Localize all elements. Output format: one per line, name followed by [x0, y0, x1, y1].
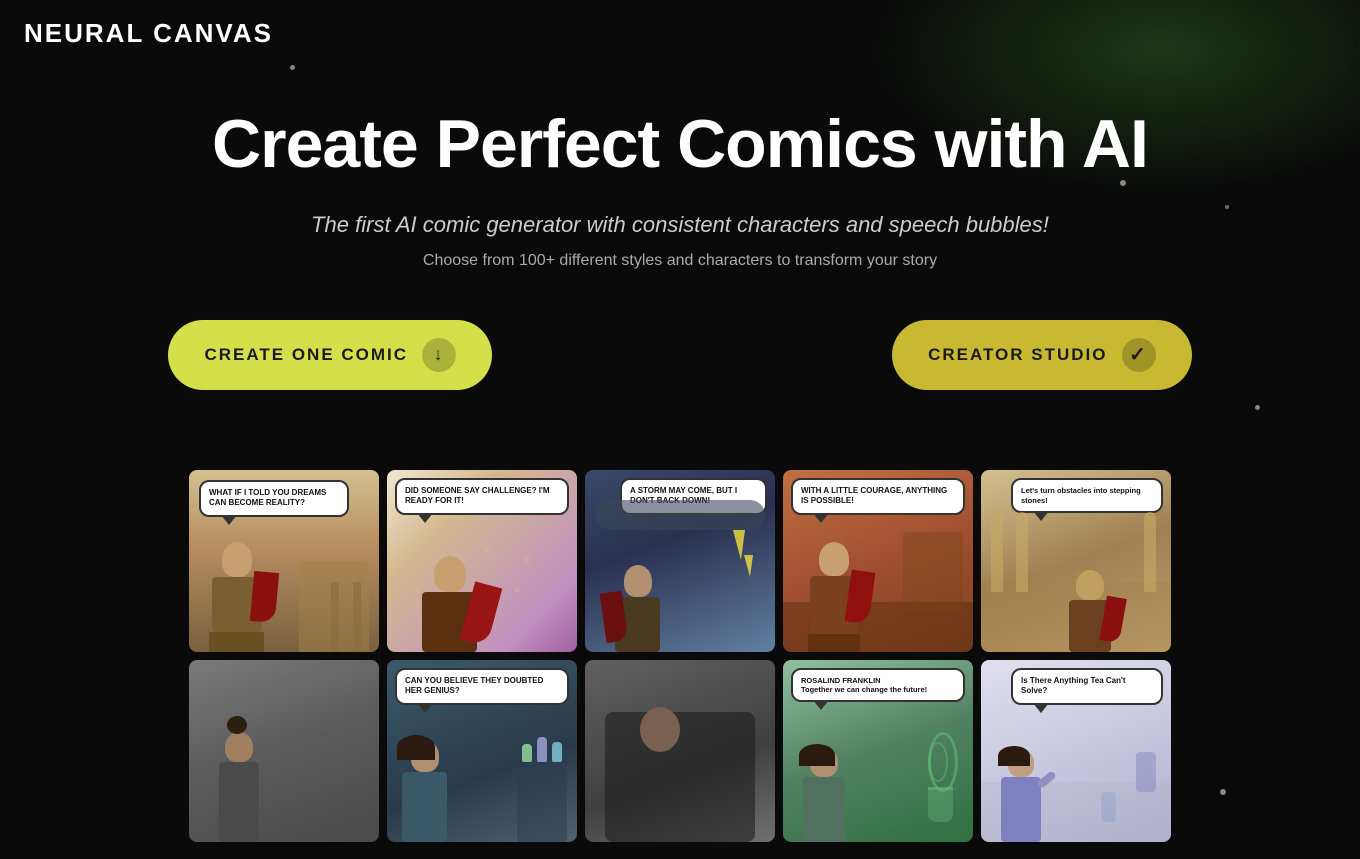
- cta-buttons-row: CREATE ONE COMIC ↓ CREATOR STUDIO ✓: [20, 320, 1340, 390]
- comics-gallery: WHAT IF I TOLD YOU DREAMS CAN BECOME REA…: [0, 470, 1360, 842]
- create-comic-label: CREATE ONE COMIC: [204, 345, 408, 365]
- hero-section: Create Perfect Comics with AI The first …: [0, 67, 1360, 470]
- comic-panel-1-5[interactable]: Let's turn obstacles into stepping stone…: [981, 470, 1171, 652]
- comic-panel-2-3[interactable]: [585, 660, 775, 842]
- speech-bubble-2-2: CAN YOU BELIEVE THEY DOUBTED HER GENIUS?: [395, 668, 569, 705]
- comics-row-2: CAN YOU BELIEVE THEY DOUBTED HER GENIUS?: [180, 660, 1180, 842]
- comic-panel-2-5[interactable]: Is There Anything Tea Can't Solve?: [981, 660, 1171, 842]
- speech-bubble-1-4: WITH A LITTLE COURAGE, ANYTHING IS POSSI…: [791, 478, 965, 515]
- comic-panel-2-4[interactable]: ROSALIND FRANKLINTogether we can change …: [783, 660, 973, 842]
- comic-panel-1-2[interactable]: DID SOMEONE SAY CHALLENGE? I'M READY FOR…: [387, 470, 577, 652]
- speech-bubble-1-5: Let's turn obstacles into stepping stone…: [1011, 478, 1163, 514]
- hero-description: Choose from 100+ different styles and ch…: [20, 252, 1340, 270]
- create-comic-button[interactable]: CREATE ONE COMIC ↓: [168, 320, 492, 390]
- checkmark-icon: ✓: [1122, 338, 1156, 372]
- comic-panel-1-1[interactable]: WHAT IF I TOLD YOU DREAMS CAN BECOME REA…: [189, 470, 379, 652]
- speech-bubble-1-1: WHAT IF I TOLD YOU DREAMS CAN BECOME REA…: [199, 480, 349, 517]
- arrow-down-icon: ↓: [422, 338, 456, 372]
- hero-subtitle: The first AI comic generator with consis…: [20, 212, 1340, 238]
- creator-studio-label: CREATOR STUDIO: [928, 345, 1107, 365]
- comics-row-1: WHAT IF I TOLD YOU DREAMS CAN BECOME REA…: [180, 470, 1180, 652]
- hero-title: Create Perfect Comics with AI: [20, 107, 1340, 182]
- logo: NEURAL CANVAS: [24, 18, 1336, 49]
- comic-panel-1-4[interactable]: WITH A LITTLE COURAGE, ANYTHING IS POSSI…: [783, 470, 973, 652]
- comic-panel-2-2[interactable]: CAN YOU BELIEVE THEY DOUBTED HER GENIUS?: [387, 660, 577, 842]
- comic-panel-1-3[interactable]: A STORM MAY COME, BUT I DON'T BACK DOWN!: [585, 470, 775, 652]
- speech-bubble-2-4: ROSALIND FRANKLINTogether we can change …: [791, 668, 965, 702]
- comic-panel-2-1[interactable]: [189, 660, 379, 842]
- creator-studio-button[interactable]: CREATOR STUDIO ✓: [892, 320, 1191, 390]
- header: NEURAL CANVAS: [0, 0, 1360, 67]
- speech-bubble-2-5: Is There Anything Tea Can't Solve?: [1011, 668, 1163, 705]
